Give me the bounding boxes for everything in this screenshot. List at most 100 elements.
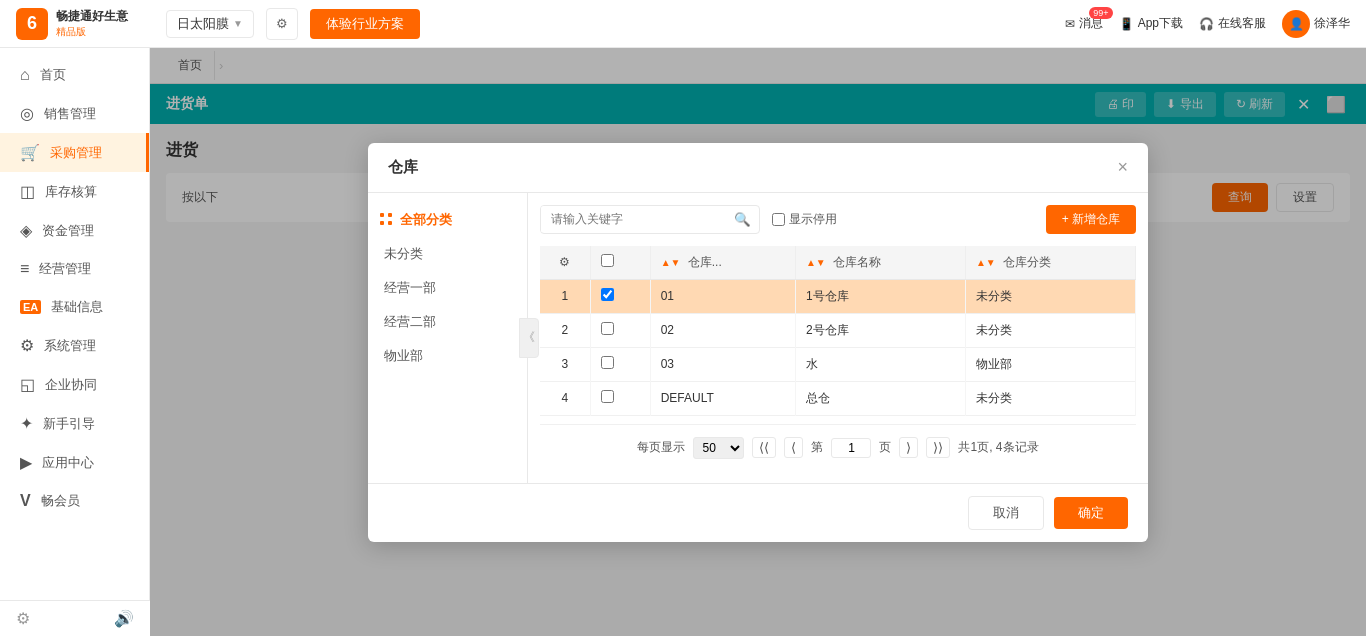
select-all-checkbox[interactable] bbox=[601, 254, 614, 267]
sidebar-item-member[interactable]: V 畅会员 bbox=[0, 482, 149, 520]
show-disabled-label[interactable]: 显示停用 bbox=[772, 211, 837, 228]
confirm-button[interactable]: 确定 bbox=[1054, 497, 1128, 529]
content-area: 首页 › 进货单 🖨 印 ⬇ 导出 ↻ 刷新 ✕ ⬜ 进货 按以下 查询 设置 bbox=[150, 48, 1366, 636]
row-category: 未分类 bbox=[965, 381, 1135, 415]
sidebar-item-home[interactable]: ⌂ 首页 bbox=[0, 56, 149, 94]
show-disabled-checkbox[interactable] bbox=[772, 213, 785, 226]
col-name-label: 仓库名称 bbox=[833, 255, 881, 269]
table-row[interactable]: 3 03 水 物业部 bbox=[540, 347, 1136, 381]
sidebar-item-label: 销售管理 bbox=[44, 105, 96, 123]
sidebar-item-enterprise[interactable]: ◱ 企业协同 bbox=[0, 365, 149, 404]
sort-icon: ▲▼ bbox=[976, 257, 996, 268]
table-row[interactable]: 1 01 1号仓库 未分类 bbox=[540, 279, 1136, 313]
page-input[interactable] bbox=[831, 438, 871, 458]
settings-button[interactable]: ⚙ bbox=[266, 8, 298, 40]
col-header-index: ⚙ bbox=[540, 246, 590, 280]
row-category: 物业部 bbox=[965, 347, 1135, 381]
app-download-label: App下载 bbox=[1138, 15, 1183, 32]
table-panel: 🔍 显示停用 + 新增仓库 bbox=[528, 193, 1148, 483]
dropdown-arrow-icon: ▼ bbox=[233, 18, 243, 29]
sidebar-item-label: 系统管理 bbox=[44, 337, 96, 355]
category-all-label: 全部分类 bbox=[400, 211, 452, 229]
purchase-icon: 🛒 bbox=[20, 143, 40, 162]
row-code: 01 bbox=[650, 279, 795, 313]
home-icon: ⌂ bbox=[20, 66, 30, 84]
row-code: DEFAULT bbox=[650, 381, 795, 415]
row-name: 2号仓库 bbox=[795, 313, 965, 347]
sidebar-item-label: 应用中心 bbox=[42, 454, 94, 472]
store-name: 日太阳膜 bbox=[177, 15, 229, 33]
username: 徐泽华 bbox=[1314, 15, 1350, 32]
gear-col-icon[interactable]: ⚙ bbox=[559, 255, 570, 269]
category-item-3[interactable]: 物业部 bbox=[368, 339, 527, 373]
modal-header: 仓库 × bbox=[368, 143, 1148, 193]
row-checkbox[interactable] bbox=[590, 381, 650, 415]
sort-icon: ▲▼ bbox=[661, 257, 681, 268]
sidebar-item-inventory[interactable]: ◫ 库存核算 bbox=[0, 172, 149, 211]
search-input[interactable] bbox=[541, 206, 726, 232]
sidebar-item-label: 资金管理 bbox=[42, 222, 94, 240]
first-page-button[interactable]: ⟨⟨ bbox=[752, 437, 776, 458]
row-category: 未分类 bbox=[965, 313, 1135, 347]
category-collapse-button[interactable]: 《 bbox=[519, 318, 539, 358]
user-area[interactable]: 👤 徐泽华 bbox=[1282, 10, 1350, 38]
sidebar-item-operation[interactable]: ≡ 经营管理 bbox=[0, 250, 149, 288]
category-item-2[interactable]: 经营二部 bbox=[368, 305, 527, 339]
row-checkbox[interactable] bbox=[590, 347, 650, 381]
sidebar-item-sales[interactable]: ◎ 销售管理 bbox=[0, 94, 149, 133]
sidebar-item-finance[interactable]: ◈ 资金管理 bbox=[0, 211, 149, 250]
add-warehouse-button[interactable]: + 新增仓库 bbox=[1046, 205, 1136, 234]
app-download-button[interactable]: 📱 App下载 bbox=[1119, 15, 1183, 32]
inventory-icon: ◫ bbox=[20, 182, 35, 201]
modal-backdrop: 仓库 × 全部分类 未分类 bbox=[150, 48, 1366, 636]
cancel-button[interactable]: 取消 bbox=[968, 496, 1044, 530]
gear-icon: ⚙ bbox=[276, 16, 288, 31]
last-page-button[interactable]: ⟩⟩ bbox=[926, 437, 950, 458]
modal-close-button[interactable]: × bbox=[1117, 157, 1128, 178]
table-row[interactable]: 2 02 2号仓库 未分类 bbox=[540, 313, 1136, 347]
sidebar-item-guide[interactable]: ✦ 新手引导 bbox=[0, 404, 149, 443]
main-layout: ⌂ 首页 ◎ 销售管理 🛒 采购管理 ◫ 库存核算 ◈ 资金管理 ≡ 经营管理 … bbox=[0, 48, 1366, 636]
warehouse-modal: 仓库 × 全部分类 未分类 bbox=[368, 143, 1148, 542]
customer-service-button[interactable]: 🎧 在线客服 bbox=[1199, 15, 1266, 32]
row-checkbox[interactable] bbox=[590, 279, 650, 313]
sidebar-item-basic[interactable]: EA 基础信息 bbox=[0, 288, 149, 326]
table-toolbar: 🔍 显示停用 + 新增仓库 bbox=[540, 205, 1136, 234]
app-name: 畅捷通好生意 bbox=[56, 8, 128, 25]
search-button[interactable]: 🔍 bbox=[726, 206, 759, 233]
sort-icon: ▲▼ bbox=[806, 257, 826, 268]
sidebar-footer: ⚙ 🔊 bbox=[0, 600, 150, 636]
sidebar-item-system[interactable]: ⚙ 系统管理 bbox=[0, 326, 149, 365]
row-checkbox[interactable] bbox=[590, 313, 650, 347]
header-center: 日太阳膜 ▼ ⚙ 体验行业方案 bbox=[166, 8, 1065, 40]
table-row[interactable]: 4 DEFAULT 总仓 未分类 bbox=[540, 381, 1136, 415]
settings-icon-bottom[interactable]: ⚙ bbox=[16, 609, 30, 628]
next-page-button[interactable]: ⟩ bbox=[899, 437, 918, 458]
category-item-1[interactable]: 经营一部 bbox=[368, 271, 527, 305]
sidebar-item-app-center[interactable]: ▶ 应用中心 bbox=[0, 443, 149, 482]
page-suffix: 页 bbox=[879, 439, 891, 456]
logo-icon: 6 bbox=[16, 8, 48, 40]
sidebar-item-label: 库存核算 bbox=[45, 183, 97, 201]
store-selector[interactable]: 日太阳膜 ▼ bbox=[166, 10, 254, 38]
category-all-header[interactable]: 全部分类 bbox=[368, 203, 527, 237]
warehouse-table: ⚙ ▲▼ 仓库... bbox=[540, 246, 1136, 416]
top-header: 6 畅捷通好生意 精品版 日太阳膜 ▼ ⚙ 体验行业方案 ✉ 消息 99+ 📱 … bbox=[0, 0, 1366, 48]
modal-title: 仓库 bbox=[388, 158, 418, 177]
speaker-icon[interactable]: 🔊 bbox=[114, 609, 134, 628]
modal-body: 全部分类 未分类 经营一部 经营二部 物业部 《 bbox=[368, 193, 1148, 483]
show-disabled-text: 显示停用 bbox=[789, 211, 837, 228]
row-name: 水 bbox=[795, 347, 965, 381]
message-button[interactable]: ✉ 消息 99+ bbox=[1065, 15, 1103, 32]
sidebar-item-label: 首页 bbox=[40, 66, 66, 84]
phone-icon: 📱 bbox=[1119, 17, 1134, 31]
category-panel: 全部分类 未分类 经营一部 经营二部 物业部 《 bbox=[368, 193, 528, 483]
app-center-icon: ▶ bbox=[20, 453, 32, 472]
sidebar: ⌂ 首页 ◎ 销售管理 🛒 采购管理 ◫ 库存核算 ◈ 资金管理 ≡ 经营管理 … bbox=[0, 48, 150, 636]
prev-page-button[interactable]: ⟨ bbox=[784, 437, 803, 458]
per-page-select[interactable]: 50 20 100 bbox=[693, 437, 744, 459]
message-badge: 99+ bbox=[1089, 7, 1112, 19]
sidebar-item-purchase[interactable]: 🛒 采购管理 bbox=[0, 133, 149, 172]
trial-button[interactable]: 体验行业方案 bbox=[310, 9, 420, 39]
category-item-0[interactable]: 未分类 bbox=[368, 237, 527, 271]
